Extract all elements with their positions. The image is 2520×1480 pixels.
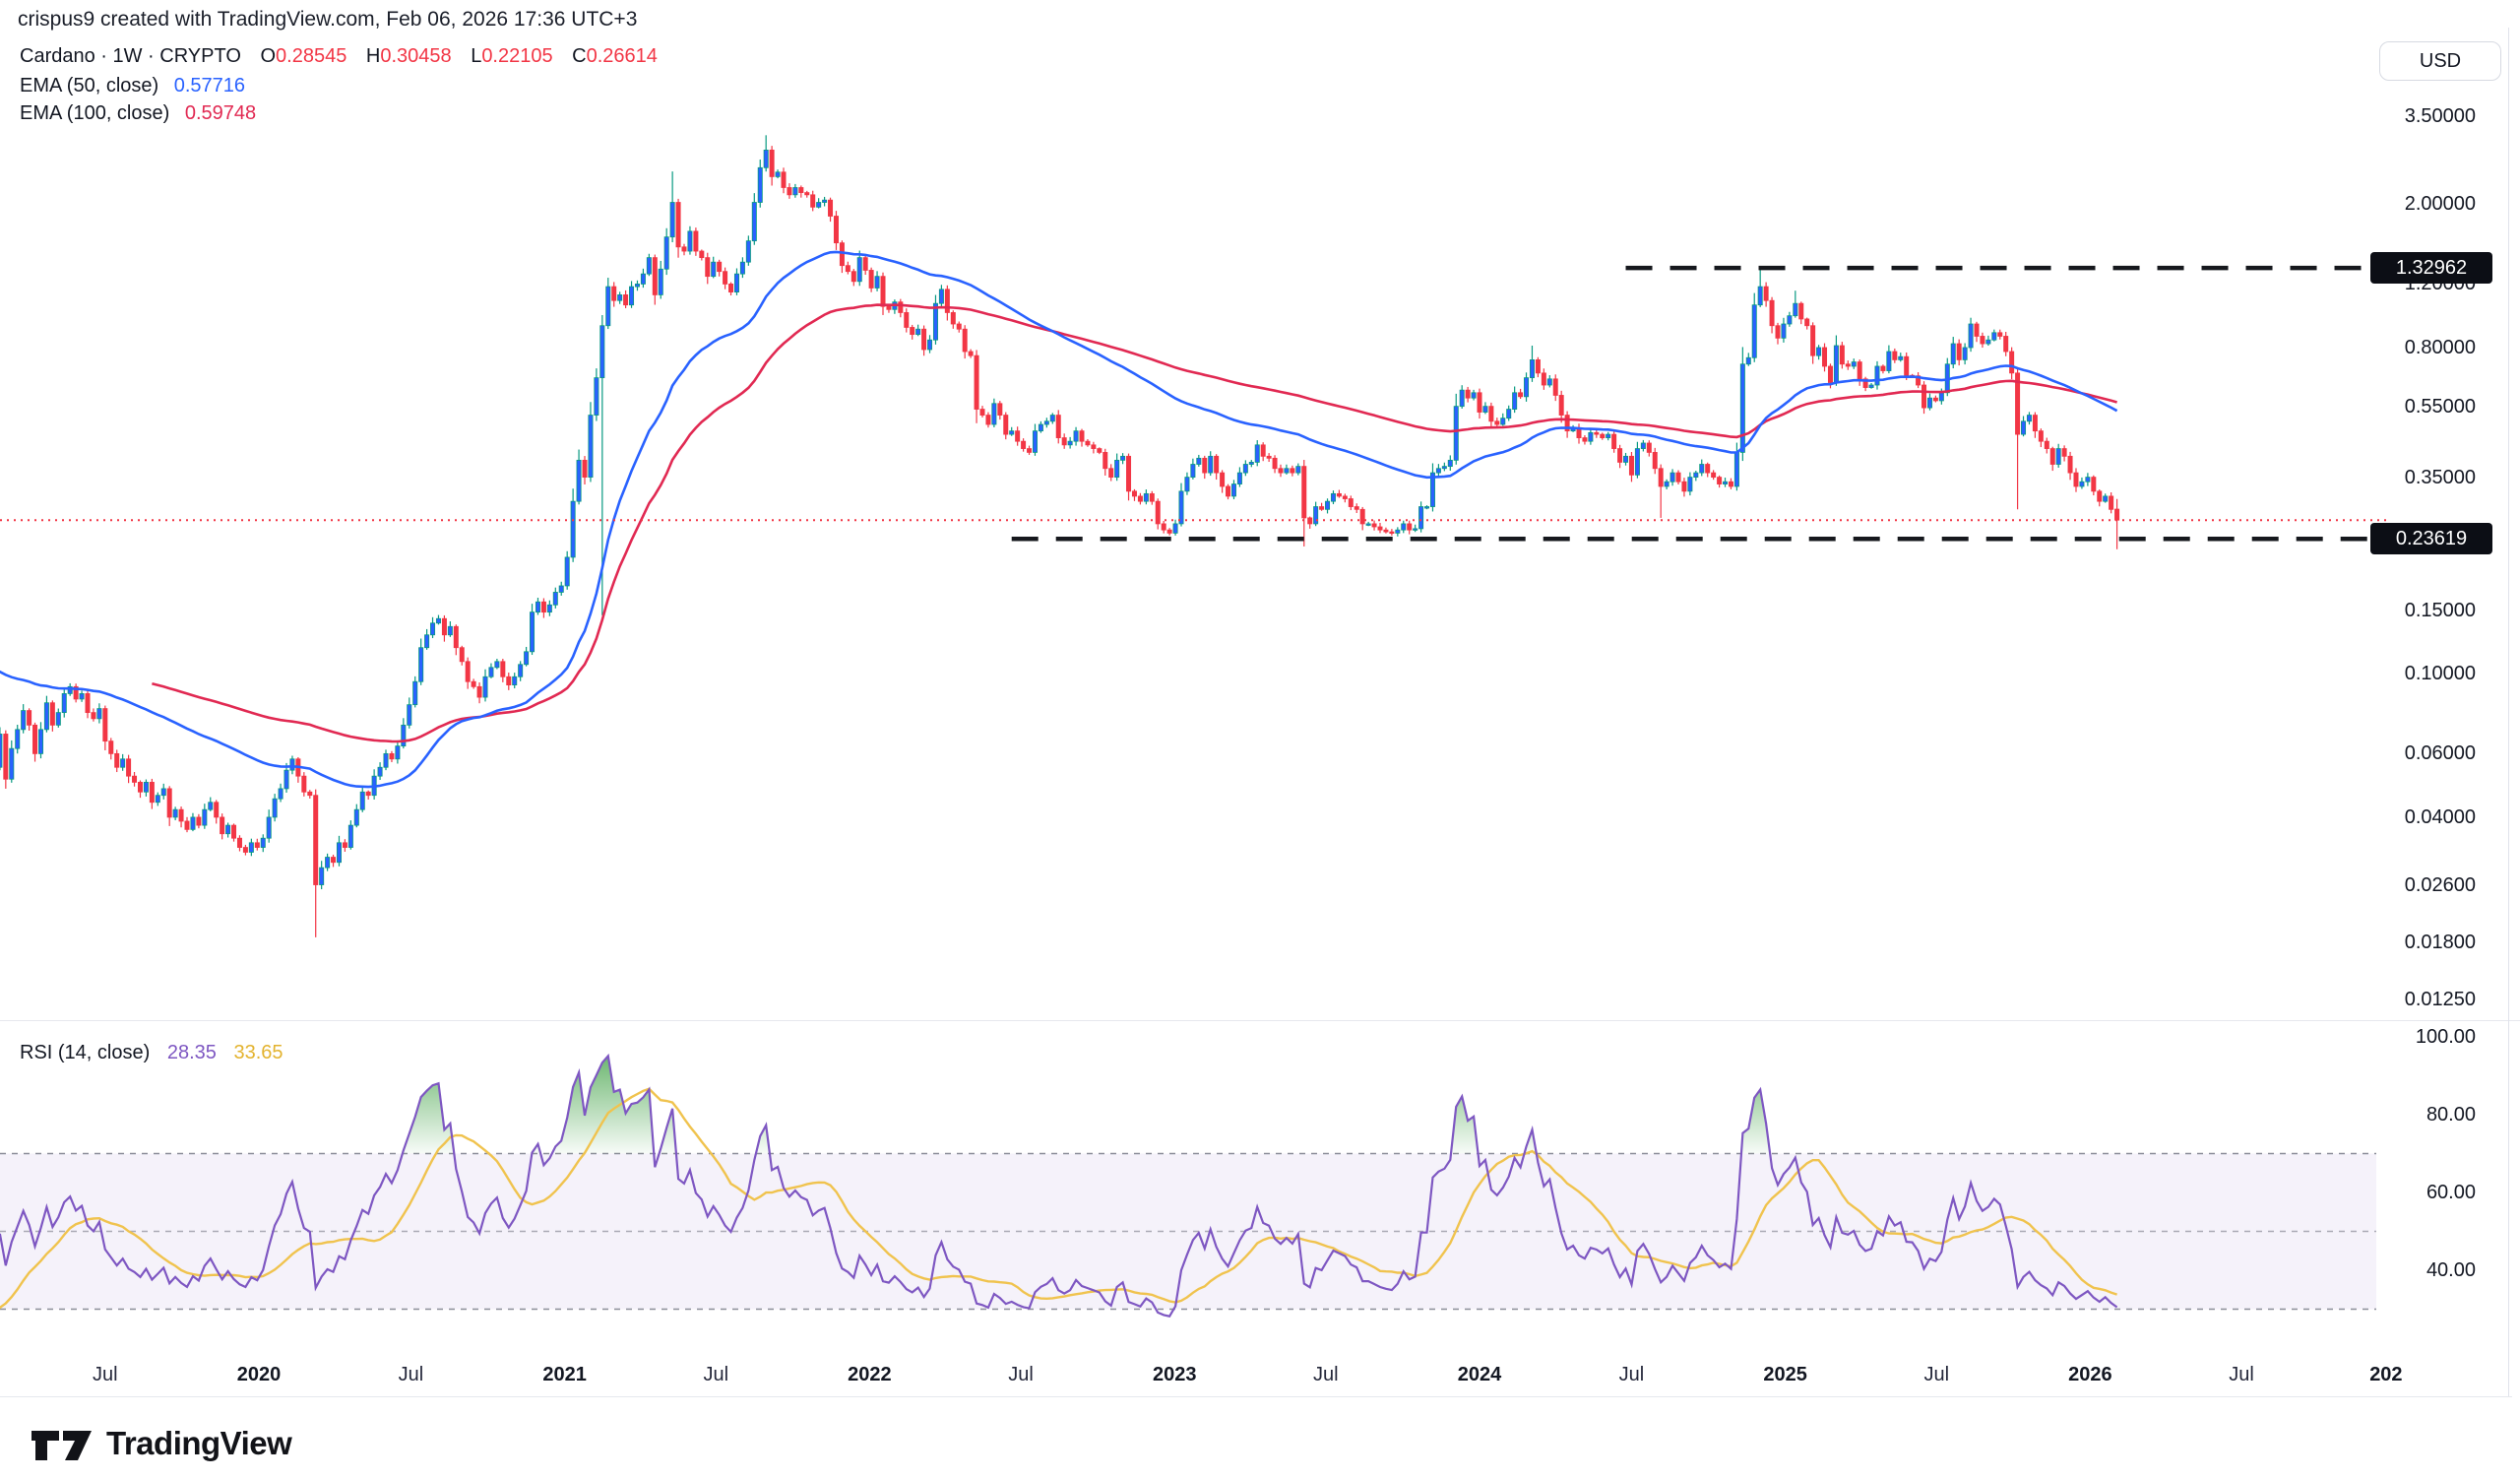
price-axis-label: 0.10000 <box>2279 662 2476 685</box>
support-price-badge: 0.23619 <box>2370 523 2492 554</box>
ema50-legend-row[interactable]: EMA (50, close) 0.57716 <box>20 75 245 97</box>
ema100-value: 0.59748 <box>185 102 256 124</box>
ema100-label: EMA (100, close) <box>20 102 169 124</box>
symbol-title[interactable]: Cardano · 1W · CRYPTO <box>20 45 241 67</box>
price-axis-label: 0.80000 <box>2279 336 2476 359</box>
time-axis-label-jul: Jul <box>2173 1362 2310 1387</box>
price-axis-label: 0.15000 <box>2279 599 2476 622</box>
time-axis-label-2022: 2022 <box>800 1362 938 1387</box>
attribution-text: crispus9 created with TradingView.com, F… <box>18 8 637 32</box>
chart-canvas[interactable] <box>0 0 2520 1480</box>
price-axis-label: 0.55000 <box>2279 395 2476 418</box>
tradingview-logo[interactable]: TradingView <box>30 1424 291 1463</box>
ema100-line <box>152 305 2116 741</box>
price-axis-label: 0.04000 <box>2279 805 2476 829</box>
time-axis-label-2020: 2020 <box>190 1362 328 1387</box>
price-axis-label: 0.35000 <box>2279 466 2476 489</box>
time-axis-label-202: 202 <box>2317 1362 2455 1387</box>
timeaxis-divider <box>0 1396 2512 1397</box>
time-axis-label-2025: 2025 <box>1717 1362 1855 1387</box>
ohlc-high: H0.30458 <box>366 45 452 67</box>
price-axis-label: 3.50000 <box>2279 104 2476 128</box>
time-axis-label-2024: 2024 <box>1411 1362 1548 1387</box>
right-edge-border <box>2508 28 2509 1396</box>
rsi-axis-label: 100.00 <box>2279 1025 2476 1049</box>
time-axis-label-2026: 2026 <box>2021 1362 2159 1387</box>
time-axis-label-jul: Jul <box>36 1362 174 1387</box>
rsi-ma-value: 33.65 <box>233 1042 283 1063</box>
rsi-value: 28.35 <box>167 1042 217 1063</box>
resistance-price-badge: 1.32962 <box>2370 252 2492 284</box>
rsi-pane[interactable] <box>0 1056 2376 1335</box>
time-axis-label-jul: Jul <box>647 1362 785 1387</box>
symbol-legend-row[interactable]: Cardano · 1W · CRYPTO O0.28545 H0.30458 … <box>20 45 658 68</box>
tradingview-wordmark: TradingView <box>106 1425 291 1462</box>
ohlc-open: O0.28545 <box>260 45 346 67</box>
rsi-label: RSI (14, close) <box>20 1042 150 1063</box>
ema50-label: EMA (50, close) <box>20 75 158 97</box>
time-axis-label-jul: Jul <box>1867 1362 2005 1387</box>
ema100-legend-row[interactable]: EMA (100, close) 0.59748 <box>20 102 256 125</box>
ema50-value: 0.57716 <box>174 75 245 97</box>
rsi-legend-row[interactable]: RSI (14, close) 28.35 33.65 <box>20 1042 284 1064</box>
rsi-overbought-fill <box>552 1056 655 1153</box>
time-axis-label-2021: 2021 <box>496 1362 634 1387</box>
currency-toggle-button[interactable]: USD <box>2379 41 2501 81</box>
rsi-axis-label: 60.00 <box>2279 1181 2476 1204</box>
price-pane[interactable] <box>0 135 2119 937</box>
candlestick-series <box>0 135 2119 937</box>
ohlc-close: C0.26614 <box>572 45 658 67</box>
time-axis-label-jul: Jul <box>1257 1362 1395 1387</box>
price-axis-label: 0.02600 <box>2279 873 2476 897</box>
ohlc-low: L0.22105 <box>471 45 552 67</box>
rsi-axis-label: 40.00 <box>2279 1258 2476 1282</box>
time-axis-label-jul: Jul <box>1562 1362 1700 1387</box>
time-axis-label-jul: Jul <box>952 1362 1090 1387</box>
pane-divider[interactable] <box>0 1020 2520 1021</box>
price-axis-label: 0.06000 <box>2279 741 2476 765</box>
time-axis-label-jul: Jul <box>342 1362 479 1387</box>
time-axis-label-2023: 2023 <box>1105 1362 1243 1387</box>
tradingview-logo-icon <box>30 1424 93 1463</box>
price-axis-label: 0.01250 <box>2279 988 2476 1011</box>
price-axis-label: 2.00000 <box>2279 192 2476 216</box>
price-axis-label: 0.01800 <box>2279 931 2476 954</box>
rsi-axis-label: 80.00 <box>2279 1103 2476 1126</box>
tradingview-chart-window: crispus9 created with TradingView.com, F… <box>0 0 2520 1480</box>
